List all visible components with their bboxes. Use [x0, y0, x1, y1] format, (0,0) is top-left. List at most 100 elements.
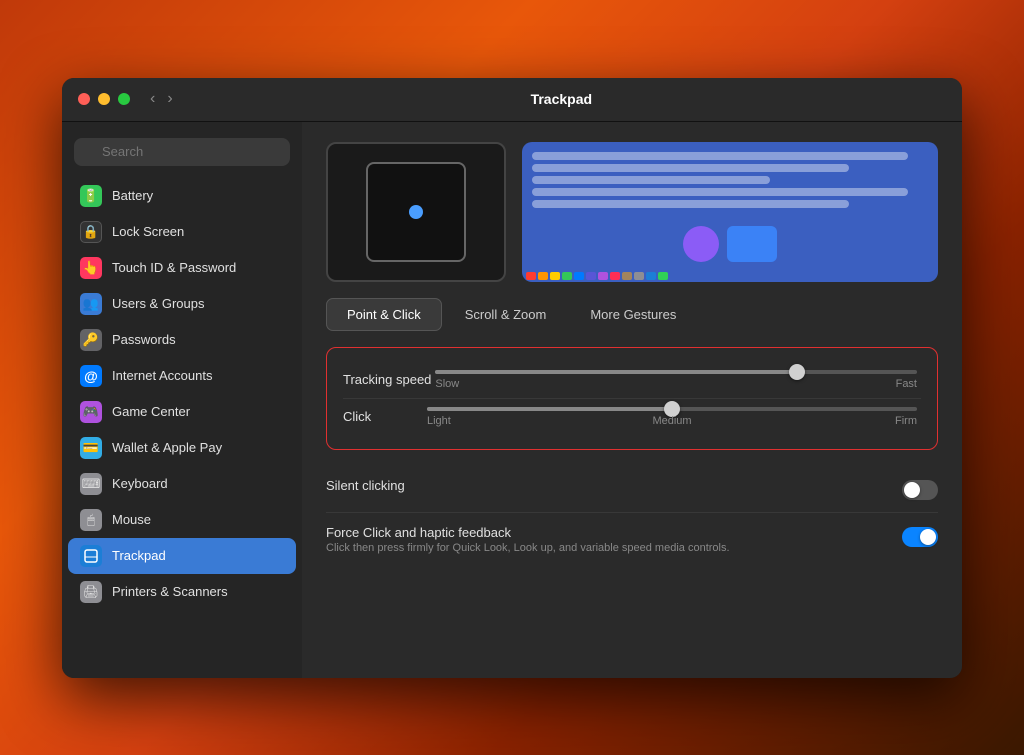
sidebar-item-battery[interactable]: 🔋 Battery	[68, 178, 296, 214]
silent-clicking-title: Silent clicking	[326, 478, 890, 493]
tracking-speed-slider-wrapper: Slow Fast	[431, 370, 921, 390]
forward-button[interactable]: ›	[163, 88, 176, 110]
internet-accounts-icon: @	[80, 365, 102, 387]
gesture-line-5	[532, 200, 849, 208]
force-click-toggle[interactable]	[902, 527, 938, 547]
gesture-circle	[683, 226, 719, 262]
sidebar-item-label: Lock Screen	[112, 224, 184, 239]
trackpad-preview	[326, 142, 506, 282]
click-fill	[427, 407, 672, 411]
click-labels: Light Medium Firm	[423, 415, 921, 427]
sidebar-item-label: Battery	[112, 188, 153, 203]
sidebar-item-touch-id[interactable]: 👆 Touch ID & Password	[68, 250, 296, 286]
click-track	[427, 407, 917, 411]
users-groups-icon: 👥	[80, 293, 102, 315]
color-dot	[634, 272, 644, 280]
wallet-icon: 💳	[80, 437, 102, 459]
silent-clicking-knob	[904, 482, 920, 498]
sidebar-item-label: Printers & Scanners	[112, 584, 228, 599]
click-firm-label: Firm	[895, 415, 917, 427]
color-dot	[658, 272, 668, 280]
sidebar-item-printers[interactable]: 🖨 Printers & Scanners	[68, 574, 296, 610]
sidebar-item-trackpad[interactable]: Trackpad	[68, 538, 296, 574]
tab-point-click[interactable]: Point & Click	[326, 298, 442, 331]
tracking-speed-label: Tracking speed	[343, 372, 431, 387]
force-click-knob	[920, 529, 936, 545]
tracking-slow-label: Slow	[435, 378, 459, 390]
sidebar: 🔍 🔋 Battery 🔒 Lock Screen 👆 Touch ID & P…	[62, 122, 302, 678]
keyboard-icon: ⌨	[80, 473, 102, 495]
force-click-row: Force Click and haptic feedback Click th…	[326, 513, 938, 566]
sidebar-item-label: Mouse	[112, 512, 151, 527]
sidebar-item-label: Touch ID & Password	[112, 260, 236, 275]
sidebar-item-label: Passwords	[112, 332, 176, 347]
window-content: 🔍 🔋 Battery 🔒 Lock Screen 👆 Touch ID & P…	[62, 122, 962, 678]
color-dot	[526, 272, 536, 280]
close-button[interactable]	[78, 93, 90, 105]
gesture-rect	[727, 226, 777, 262]
silent-clicking-label-group: Silent clicking	[326, 478, 890, 493]
silent-clicking-toggle[interactable]	[902, 480, 938, 500]
preview-area	[302, 122, 962, 298]
color-dot	[550, 272, 560, 280]
sidebar-item-mouse[interactable]: 🖱 Mouse	[68, 502, 296, 538]
search-container: 🔍	[62, 134, 302, 178]
passwords-icon: 🔑	[80, 329, 102, 351]
click-medium-label: Medium	[652, 415, 691, 427]
trackpad-inner	[366, 162, 466, 262]
tracking-speed-labels: Slow Fast	[431, 378, 921, 390]
sidebar-item-label: Game Center	[112, 404, 190, 419]
color-dot	[598, 272, 608, 280]
color-dot	[562, 272, 572, 280]
tracking-fast-label: Fast	[896, 378, 917, 390]
titlebar: ‹ › Trackpad	[62, 78, 962, 122]
navigation-arrows: ‹ ›	[146, 88, 177, 110]
back-button[interactable]: ‹	[146, 88, 159, 110]
color-dot	[622, 272, 632, 280]
touch-id-icon: 👆	[80, 257, 102, 279]
click-light-label: Light	[427, 415, 451, 427]
sliders-section: Tracking speed Slow Fast	[326, 347, 938, 450]
force-click-title: Force Click and haptic feedback	[326, 525, 890, 540]
mouse-icon: 🖱	[80, 509, 102, 531]
tracking-speed-thumb[interactable]	[789, 364, 805, 380]
sidebar-item-label: Wallet & Apple Pay	[112, 440, 222, 455]
trackpad-icon	[80, 545, 102, 567]
printers-icon: 🖨	[80, 581, 102, 603]
click-slider-wrapper: Light Medium Firm	[423, 407, 921, 427]
silent-clicking-row: Silent clicking	[326, 466, 938, 513]
color-dot	[574, 272, 584, 280]
sidebar-item-passwords[interactable]: 🔑 Passwords	[68, 322, 296, 358]
tab-more-gestures[interactable]: More Gestures	[569, 298, 697, 331]
force-click-description: Click then press firmly for Quick Look, …	[326, 542, 746, 554]
gesture-elements	[683, 226, 777, 262]
sidebar-item-internet-accounts[interactable]: @ Internet Accounts	[68, 358, 296, 394]
sidebar-item-label: Users & Groups	[112, 296, 204, 311]
sidebar-item-users-groups[interactable]: 👥 Users & Groups	[68, 286, 296, 322]
sidebar-item-wallet[interactable]: 💳 Wallet & Apple Pay	[68, 430, 296, 466]
color-dot	[646, 272, 656, 280]
sidebar-item-label: Trackpad	[112, 548, 166, 563]
tab-scroll-zoom[interactable]: Scroll & Zoom	[444, 298, 568, 331]
traffic-lights	[78, 93, 130, 105]
tracking-speed-track	[435, 370, 917, 374]
tracking-speed-row: Tracking speed Slow Fast	[343, 362, 921, 398]
settings-content: Tracking speed Slow Fast	[302, 331, 962, 678]
gesture-line-3	[532, 176, 770, 184]
main-content: Point & Click Scroll & Zoom More Gesture…	[302, 122, 962, 678]
gesture-line-2	[532, 164, 849, 172]
sidebar-item-label: Internet Accounts	[112, 368, 212, 383]
sidebar-item-label: Keyboard	[112, 476, 168, 491]
tracking-speed-fill	[435, 370, 796, 374]
sidebar-item-game-center[interactable]: 🎮 Game Center	[68, 394, 296, 430]
gesture-preview	[522, 142, 938, 282]
color-dot	[586, 272, 596, 280]
maximize-button[interactable]	[118, 93, 130, 105]
color-dot	[538, 272, 548, 280]
lock-screen-icon: 🔒	[80, 221, 102, 243]
sidebar-item-keyboard[interactable]: ⌨ Keyboard	[68, 466, 296, 502]
minimize-button[interactable]	[98, 93, 110, 105]
window-title: Trackpad	[177, 91, 946, 107]
sidebar-item-lock-screen[interactable]: 🔒 Lock Screen	[68, 214, 296, 250]
search-input[interactable]	[74, 138, 290, 166]
